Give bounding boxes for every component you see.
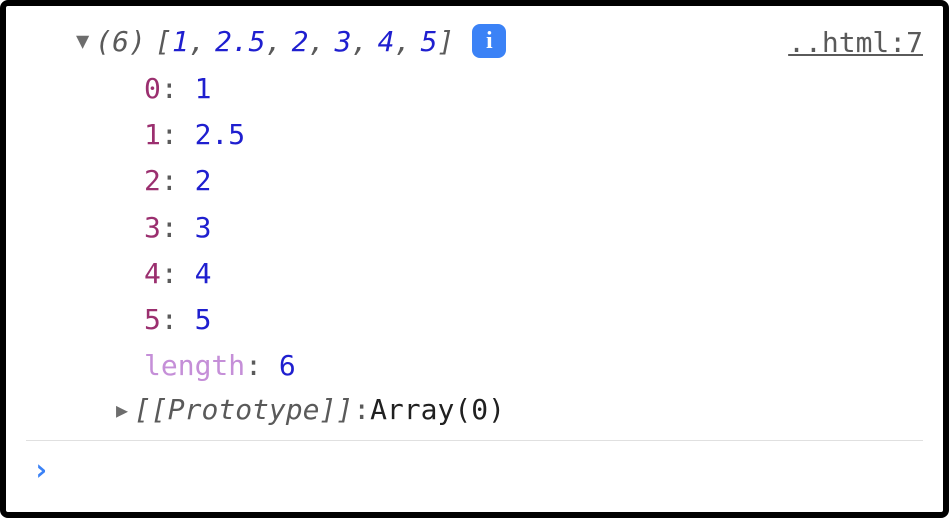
comma: , [266,25,283,58]
entry-index: 3 [144,211,161,244]
expand-triangle-icon[interactable]: ▶ [116,398,128,422]
array-entry[interactable]: 1: 2.5 [144,112,923,158]
comma: , [189,25,206,58]
comma: , [309,25,326,58]
console-prompt[interactable]: › [26,441,923,488]
chevron-right-icon: › [32,453,50,488]
entry-index: 2 [144,164,161,197]
console-log-entry: ▼ (6) [ 1 , 2.5 , 2 , 3 , 4 , 5 ] i ..ht… [26,24,923,441]
entry-value: 4 [195,257,212,290]
open-bracket: [ [155,25,172,58]
entry-index: 4 [144,257,161,290]
entry-value: 3 [195,211,212,244]
array-preview: [ 1 , 2.5 , 2 , 3 , 4 , 5 ] [155,25,454,58]
entry-value: 2 [195,164,212,197]
array-entry[interactable]: 0: 1 [144,66,923,112]
comma: , [394,25,411,58]
array-entry[interactable]: 2: 2 [144,158,923,204]
preview-item: 2 [292,25,309,58]
colon: : [353,393,370,426]
length-label: length [144,349,245,382]
colon: : [245,349,279,382]
close-bracket: ] [437,25,454,58]
entry-index: 1 [144,118,161,151]
comma: , [351,25,368,58]
collapse-triangle-icon[interactable]: ▼ [76,29,89,54]
prototype-label: [[Prototype]] [134,393,353,426]
source-link[interactable]: ..html:7 [788,26,923,59]
array-entries: 0: 1 1: 2.5 2: 2 3: 3 4: 4 5: 5 length: … [26,58,923,389]
array-entry[interactable]: 5: 5 [144,297,923,343]
prototype-row[interactable]: ▶ [[Prototype]]: Array(0) [26,389,923,426]
preview-item: 5 [421,25,438,58]
entry-value: 1 [195,72,212,105]
colon: : [161,164,195,197]
info-icon[interactable]: i [472,24,506,58]
prototype-value: Array(0) [370,393,505,426]
array-entry[interactable]: 4: 4 [144,251,923,297]
entry-index: 5 [144,303,161,336]
preview-item: 3 [335,25,352,58]
array-summary-row[interactable]: ▼ (6) [ 1 , 2.5 , 2 , 3 , 4 , 5 ] i ..ht… [26,24,923,58]
entry-index: 0 [144,72,161,105]
colon: : [161,303,195,336]
entry-value: 2.5 [195,118,246,151]
entry-value: 5 [195,303,212,336]
preview-item: 2.5 [215,25,266,58]
array-entry[interactable]: 3: 3 [144,205,923,251]
array-count: (6) [95,25,146,58]
colon: : [161,72,195,105]
length-value: 6 [279,349,296,382]
colon: : [161,118,195,151]
preview-item: 1 [172,25,189,58]
preview-item: 4 [378,25,395,58]
colon: : [161,211,195,244]
array-length-entry[interactable]: length: 6 [144,343,923,389]
colon: : [161,257,195,290]
